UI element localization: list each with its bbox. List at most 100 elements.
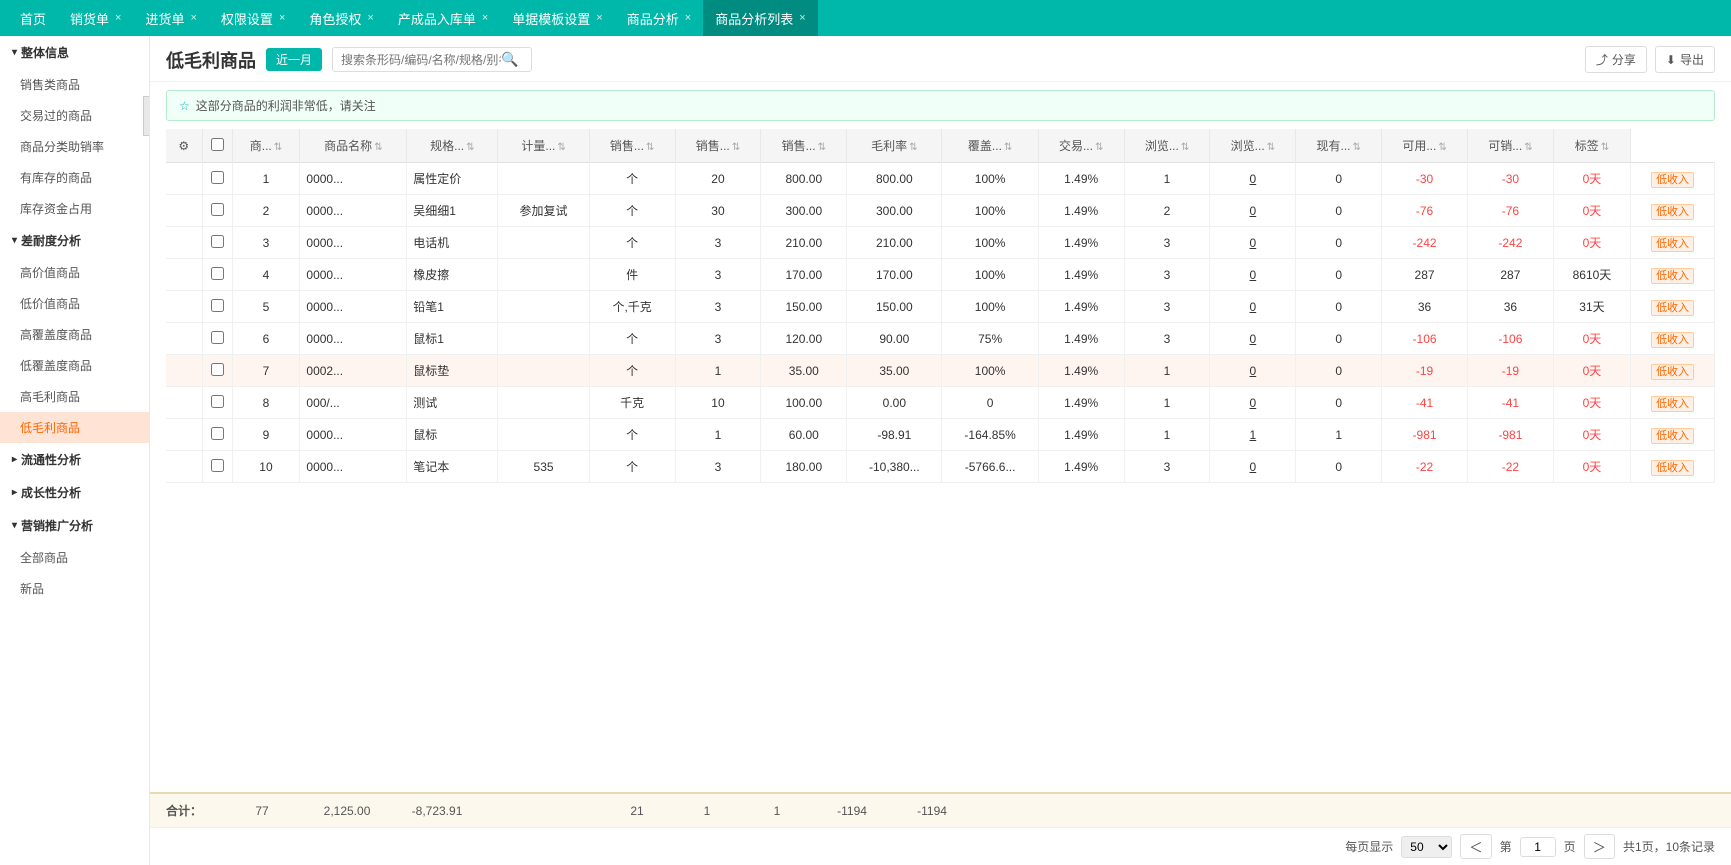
row-checkbox[interactable]	[202, 419, 232, 451]
page-number-input[interactable]	[1520, 837, 1556, 857]
view1-link[interactable]: 0	[1250, 364, 1257, 378]
row-view1[interactable]: 0	[1210, 163, 1296, 195]
sidebar-item-new-goods[interactable]: 新品	[0, 573, 149, 604]
row-checkbox[interactable]	[202, 163, 232, 195]
sidebar-item-high-margin[interactable]: 高毛利商品	[0, 381, 149, 412]
row-select-checkbox[interactable]	[211, 235, 224, 248]
row-select-checkbox[interactable]	[211, 459, 224, 472]
search-icon[interactable]: 🔍	[501, 51, 518, 68]
checkbox-col-header[interactable]	[202, 129, 232, 163]
close-icon[interactable]: ×	[596, 12, 602, 24]
gross-margin-col-header[interactable]: 毛利率⇅	[847, 129, 942, 163]
row-view1[interactable]: 0	[1210, 259, 1296, 291]
row-checkbox[interactable]	[202, 355, 232, 387]
sidebar-group-liquidity[interactable]: ▸ 流通性分析	[0, 443, 149, 476]
select-all-checkbox[interactable]	[211, 138, 224, 151]
sidebar-item-low-coverage[interactable]: 低覆盖度商品	[0, 350, 149, 381]
nav-item-home[interactable]: 首页	[8, 0, 58, 36]
sidebar-item-high-coverage[interactable]: 高覆盖度商品	[0, 319, 149, 350]
code-col-header[interactable]: 商...⇅	[232, 129, 300, 163]
sidebar-group-marketing[interactable]: ▾ 营销推广分析	[0, 509, 149, 542]
row-select-checkbox[interactable]	[211, 171, 224, 184]
row-view1[interactable]: 0	[1210, 355, 1296, 387]
row-select-checkbox[interactable]	[211, 203, 224, 216]
row-select-checkbox[interactable]	[211, 299, 224, 312]
row-view1[interactable]: 0	[1210, 227, 1296, 259]
sellable-col-header[interactable]: 可销...⇅	[1467, 129, 1553, 163]
view1-link[interactable]: 0	[1250, 396, 1257, 410]
sidebar-collapse-button[interactable]: 《	[143, 96, 150, 136]
sidebar-item-traded-goods[interactable]: 交易过的商品	[0, 100, 149, 131]
tag-col-header[interactable]: 标签⇅	[1553, 129, 1630, 163]
close-icon[interactable]: ×	[799, 12, 805, 24]
row-checkbox[interactable]	[202, 195, 232, 227]
view1-link[interactable]: 0	[1250, 300, 1257, 314]
sidebar-item-sales-goods[interactable]: 销售类商品	[0, 69, 149, 100]
nav-item-product-analysis[interactable]: 商品分析 ×	[615, 0, 703, 36]
sidebar-item-low-margin[interactable]: 低毛利商品	[0, 412, 149, 443]
view1-link[interactable]: 0	[1250, 332, 1257, 346]
view1-link[interactable]: 0	[1250, 172, 1257, 186]
sidebar-group-tolerance[interactable]: ▾ 差耐度分析	[0, 224, 149, 257]
sidebar-item-stock-goods[interactable]: 有库存的商品	[0, 162, 149, 193]
row-select-checkbox[interactable]	[211, 427, 224, 440]
row-view1[interactable]: 0	[1210, 323, 1296, 355]
row-view1[interactable]: 1	[1210, 419, 1296, 451]
row-select-checkbox[interactable]	[211, 363, 224, 376]
coverage-col-header[interactable]: 覆盖...⇅	[942, 129, 1038, 163]
sidebar-group-growth[interactable]: ▸ 成长性分析	[0, 476, 149, 509]
next-page-button[interactable]: ＞	[1584, 834, 1615, 859]
search-input[interactable]	[341, 53, 501, 67]
settings-col-header[interactable]: ⚙	[166, 129, 202, 163]
row-view1[interactable]: 0	[1210, 195, 1296, 227]
sidebar-item-category-rate[interactable]: 商品分类助销率	[0, 131, 149, 162]
view1-link[interactable]: 0	[1250, 236, 1257, 250]
row-select-checkbox[interactable]	[211, 395, 224, 408]
prev-page-button[interactable]: ＜	[1460, 834, 1491, 859]
close-icon[interactable]: ×	[115, 12, 121, 24]
row-view1[interactable]: 0	[1210, 451, 1296, 483]
per-page-select[interactable]: 50 100 200	[1401, 836, 1452, 858]
nav-item-template[interactable]: 单据模板设置 ×	[500, 0, 614, 36]
row-view1[interactable]: 0	[1210, 387, 1296, 419]
row-view1[interactable]: 0	[1210, 291, 1296, 323]
nav-item-product-entry[interactable]: 产成品入库单 ×	[386, 0, 500, 36]
close-icon[interactable]: ×	[190, 12, 196, 24]
sidebar-item-capital[interactable]: 库存资金占用	[0, 193, 149, 224]
view1-link[interactable]: 0	[1250, 204, 1257, 218]
nav-item-sales[interactable]: 销货单 ×	[58, 0, 133, 36]
row-checkbox[interactable]	[202, 451, 232, 483]
sales-amount-col-header[interactable]: 销售...⇅	[761, 129, 847, 163]
nav-item-product-analysis-list[interactable]: 商品分析列表 ×	[703, 0, 817, 36]
view1-link[interactable]: 1	[1250, 428, 1257, 442]
nav-item-permissions[interactable]: 权限设置 ×	[209, 0, 297, 36]
name-col-header[interactable]: 商品名称⇅	[300, 129, 407, 163]
current-stock-col-header[interactable]: 现有...⇅	[1296, 129, 1382, 163]
sales-qty-col-header[interactable]: 销售...⇅	[589, 129, 675, 163]
close-icon[interactable]: ×	[685, 12, 691, 24]
time-filter-button[interactable]: 近一月	[266, 48, 322, 71]
sidebar-group-overall[interactable]: ▾ 整体信息	[0, 36, 149, 69]
row-checkbox[interactable]	[202, 259, 232, 291]
row-checkbox[interactable]	[202, 291, 232, 323]
close-icon[interactable]: ×	[482, 12, 488, 24]
row-select-checkbox[interactable]	[211, 267, 224, 280]
nav-item-purchase[interactable]: 进货单 ×	[133, 0, 208, 36]
trade-count-col-header[interactable]: 交易...⇅	[1038, 129, 1124, 163]
view2-col-header[interactable]: 浏览...⇅	[1210, 129, 1296, 163]
row-select-checkbox[interactable]	[211, 331, 224, 344]
row-checkbox[interactable]	[202, 227, 232, 259]
view1-link[interactable]: 0	[1250, 268, 1257, 282]
sidebar-item-low-value[interactable]: 低价值商品	[0, 288, 149, 319]
view1-col-header[interactable]: 浏览...⇅	[1124, 129, 1210, 163]
unit-col-header[interactable]: 计量...⇅	[498, 129, 589, 163]
close-icon[interactable]: ×	[279, 12, 285, 24]
export-button[interactable]: ⬇ 导出	[1655, 46, 1715, 73]
sidebar-item-all-goods[interactable]: 全部商品	[0, 542, 149, 573]
sidebar-item-high-value[interactable]: 高价值商品	[0, 257, 149, 288]
available-stock-col-header[interactable]: 可用...⇅	[1382, 129, 1468, 163]
sales-price-col-header[interactable]: 销售...⇅	[675, 129, 761, 163]
close-icon[interactable]: ×	[367, 12, 373, 24]
row-checkbox[interactable]	[202, 387, 232, 419]
row-checkbox[interactable]	[202, 323, 232, 355]
